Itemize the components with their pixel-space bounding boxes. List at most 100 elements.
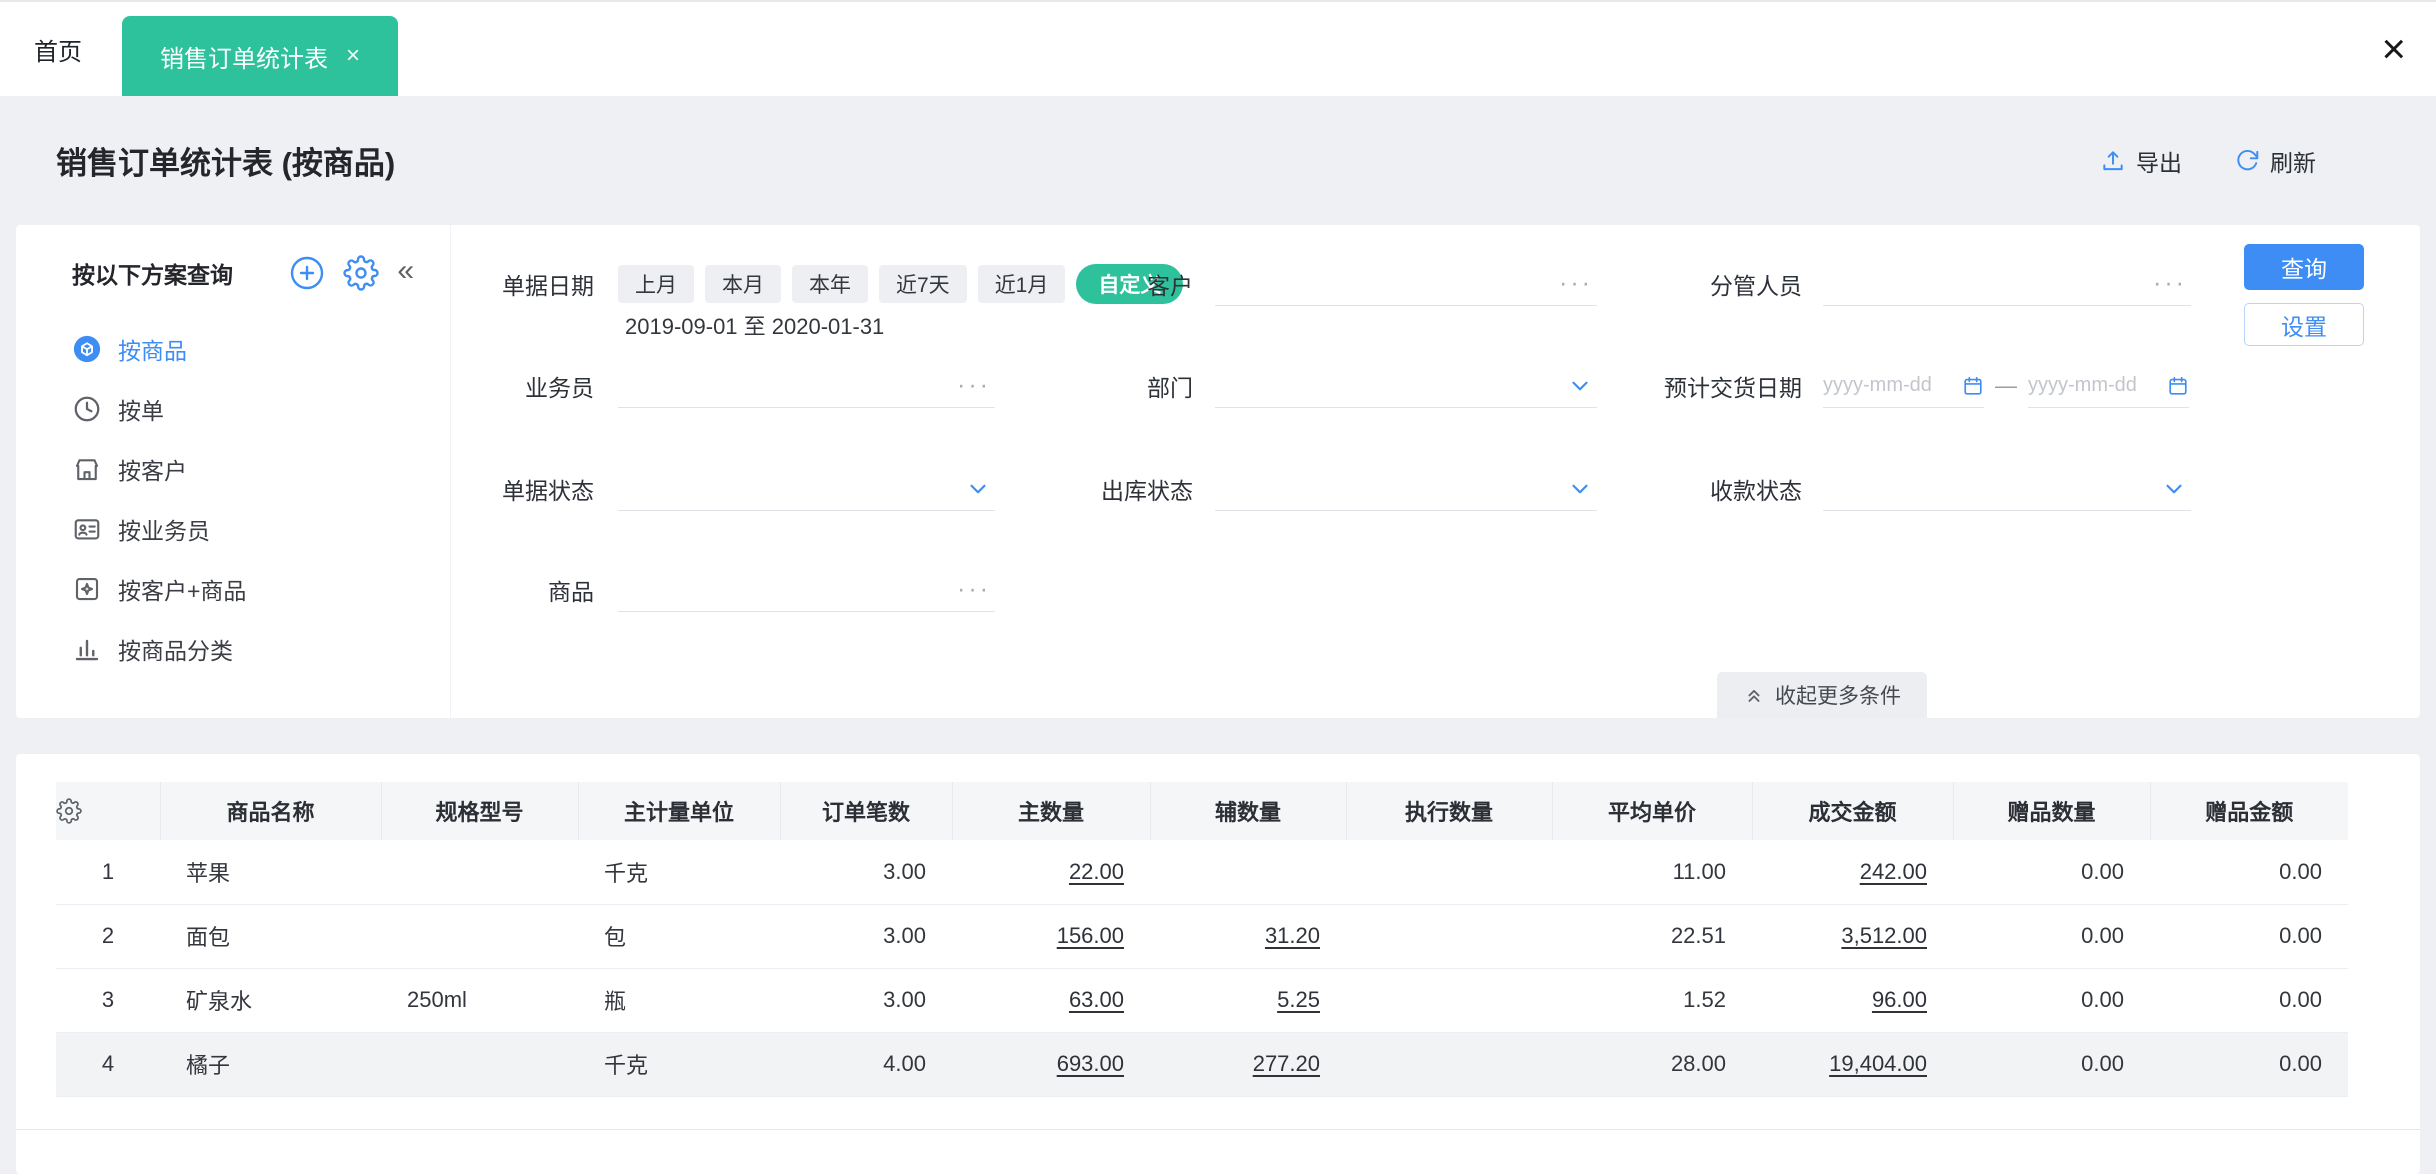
cell-aux_qty: 277.20 bbox=[1150, 1032, 1346, 1097]
cell-amount: 96.00 bbox=[1752, 968, 1953, 1033]
drilldown-link[interactable]: 63.00 bbox=[1069, 987, 1124, 1012]
export-icon bbox=[2100, 148, 2126, 174]
delivery-date-end-placeholder: yyyy-mm-dd bbox=[2028, 374, 2137, 396]
product-label: 商品 bbox=[548, 579, 594, 605]
manager-input[interactable]: ··· bbox=[1823, 262, 2191, 306]
sidebar-item-label: 按单 bbox=[118, 398, 164, 424]
column-header: 规格型号 bbox=[381, 782, 579, 840]
cell-unit: 千克 bbox=[578, 840, 780, 905]
add-scheme-icon[interactable] bbox=[289, 255, 325, 291]
product-input[interactable]: ··· bbox=[618, 568, 995, 612]
column-header: 商品名称 bbox=[160, 782, 382, 840]
cell-orders: 4.00 bbox=[780, 1032, 952, 1097]
drilldown-link[interactable]: 242.00 bbox=[1860, 859, 1927, 884]
date-preset-button[interactable]: 近7天 bbox=[879, 265, 967, 303]
collapse-more-label: 收起更多条件 bbox=[1775, 685, 1901, 708]
cell-avg_price: 11.00 bbox=[1552, 840, 1752, 905]
date-preset-button[interactable]: 上月 bbox=[618, 265, 694, 303]
delivery-date-end-input[interactable]: yyyy-mm-dd bbox=[2028, 364, 2189, 408]
tab-sales-order-report[interactable]: 销售订单统计表 × bbox=[122, 16, 399, 96]
cell-gift_amount: 0.00 bbox=[2150, 1032, 2348, 1097]
sidebar-item-4[interactable]: 按客户+商品 bbox=[72, 559, 450, 619]
tab-home[interactable]: 首页 bbox=[0, 2, 116, 96]
filter-department: 部门 bbox=[1051, 363, 1597, 409]
cell-main_qty: 63.00 bbox=[952, 968, 1150, 1033]
query-button[interactable]: 查询 bbox=[2244, 244, 2364, 290]
column-header: 平均单价 bbox=[1552, 782, 1753, 840]
salesman-picker-ellipsis[interactable]: ··· bbox=[957, 371, 995, 400]
delivery-date-start-input[interactable]: yyyy-mm-dd bbox=[1823, 364, 1984, 408]
payment-status-select[interactable] bbox=[1823, 467, 2191, 511]
sidebar-item-2[interactable]: 按客户 bbox=[72, 439, 450, 499]
sidebar-item-label: 按商品分类 bbox=[118, 638, 233, 664]
result-table-card: 商品名称 规格型号 主计量单位 订单笔数 主数量 辅数量 执行数量 平均单价 成交金额 赠品数量赠… bbox=[16, 754, 2420, 1174]
manager-label: 分管人员 bbox=[1710, 273, 1802, 299]
header-actions: 导出 刷新 bbox=[2100, 144, 2316, 178]
department-select[interactable] bbox=[1215, 364, 1597, 408]
cell-orders: 3.00 bbox=[780, 904, 952, 969]
cell-unit: 瓶 bbox=[578, 968, 780, 1033]
horizontal-scrollbar[interactable] bbox=[16, 1129, 2420, 1130]
close-icon[interactable]: × bbox=[2381, 28, 2406, 70]
column-settings-gear-icon[interactable] bbox=[56, 798, 160, 824]
cell-gift_qty: 0.00 bbox=[1953, 904, 2150, 969]
date-preset-button[interactable]: 本年 bbox=[792, 265, 868, 303]
manager-picker-ellipsis[interactable]: ··· bbox=[2153, 269, 2191, 298]
query-scheme-sidebar: 按以下方案查询 « 按商品按单按客户按业务员按客户+商品按商品分类 bbox=[16, 225, 451, 718]
customer-input[interactable]: ··· bbox=[1215, 262, 1597, 306]
date-preset-button[interactable]: 本月 bbox=[705, 265, 781, 303]
date-range-separator: — bbox=[1995, 373, 2017, 398]
cell-aux_qty: 5.25 bbox=[1150, 968, 1346, 1033]
tab-close-icon[interactable]: × bbox=[346, 42, 360, 70]
drilldown-link[interactable]: 277.20 bbox=[1253, 1051, 1320, 1076]
cell-name: 苹果 bbox=[160, 840, 381, 905]
salesman-input[interactable]: ··· bbox=[618, 364, 995, 408]
cell-spec: 250ml bbox=[381, 968, 578, 1033]
product-picker-ellipsis[interactable]: ··· bbox=[957, 575, 995, 604]
drilldown-link[interactable]: 5.25 bbox=[1277, 987, 1320, 1012]
customer-picker-ellipsis[interactable]: ··· bbox=[1559, 269, 1597, 298]
cell-spec bbox=[381, 840, 578, 905]
sidebar-item-3[interactable]: 按业务员 bbox=[72, 499, 450, 559]
doc-status-select[interactable] bbox=[618, 467, 995, 511]
tab-home-label: 首页 bbox=[34, 38, 82, 66]
cell-avg_price: 22.51 bbox=[1552, 904, 1752, 969]
outbound-status-label: 出库状态 bbox=[1101, 478, 1193, 504]
scheme-settings-gear-icon[interactable] bbox=[343, 255, 379, 291]
export-button[interactable]: 导出 bbox=[2100, 144, 2182, 178]
drilldown-link[interactable]: 22.00 bbox=[1069, 859, 1124, 884]
cell-gift_qty: 0.00 bbox=[1953, 1032, 2150, 1097]
drilldown-link[interactable]: 3,512.00 bbox=[1841, 923, 1927, 948]
sidebar-collapse-icon[interactable]: « bbox=[397, 256, 414, 290]
sidebar-item-1[interactable]: 按单 bbox=[72, 379, 450, 439]
sidebar-title: 按以下方案查询 bbox=[72, 262, 233, 288]
refresh-button[interactable]: 刷新 bbox=[2234, 144, 2316, 178]
outbound-status-select[interactable] bbox=[1215, 467, 1597, 511]
cell-main_qty: 22.00 bbox=[952, 840, 1150, 905]
collapse-more-button[interactable]: 收起更多条件 bbox=[1717, 672, 1927, 718]
row-index: 4 bbox=[56, 1032, 160, 1097]
column-header: 辅数量 bbox=[1150, 782, 1347, 840]
drilldown-link[interactable]: 96.00 bbox=[1872, 987, 1927, 1012]
sidebar-item-label: 按业务员 bbox=[118, 518, 210, 544]
cell-exec_qty bbox=[1346, 904, 1552, 969]
cell-exec_qty bbox=[1346, 968, 1552, 1033]
cell-gift_amount: 0.00 bbox=[2150, 840, 2348, 905]
filter-delivery-date: 预计交货日期 yyyy-mm-dd — yyyy-mm-dd bbox=[1651, 363, 2189, 409]
drilldown-link[interactable]: 31.20 bbox=[1265, 923, 1320, 948]
customer-product-icon bbox=[72, 574, 102, 604]
drilldown-link[interactable]: 156.00 bbox=[1057, 923, 1124, 948]
filter-customer: 客户 ··· bbox=[1051, 261, 1597, 307]
tab-bar: 首页 销售订单统计表 × × bbox=[0, 0, 2436, 96]
cell-main_qty: 693.00 bbox=[952, 1032, 1150, 1097]
sidebar-item-5[interactable]: 按商品分类 bbox=[72, 619, 450, 679]
drilldown-link[interactable]: 19,404.00 bbox=[1829, 1051, 1927, 1076]
cell-main_qty: 156.00 bbox=[952, 904, 1150, 969]
cell-avg_price: 1.52 bbox=[1552, 968, 1752, 1033]
refresh-icon bbox=[2234, 148, 2260, 174]
settings-button[interactable]: 设置 bbox=[2244, 303, 2364, 346]
drilldown-link[interactable]: 693.00 bbox=[1057, 1051, 1124, 1076]
sidebar-item-0[interactable]: 按商品 bbox=[72, 319, 450, 379]
delivery-date-start-placeholder: yyyy-mm-dd bbox=[1823, 374, 1932, 396]
table-row: 4 橘子 千克 4.00 693.00 277.20 28.00 19,404.00 0.00 0… bbox=[56, 1032, 2348, 1097]
